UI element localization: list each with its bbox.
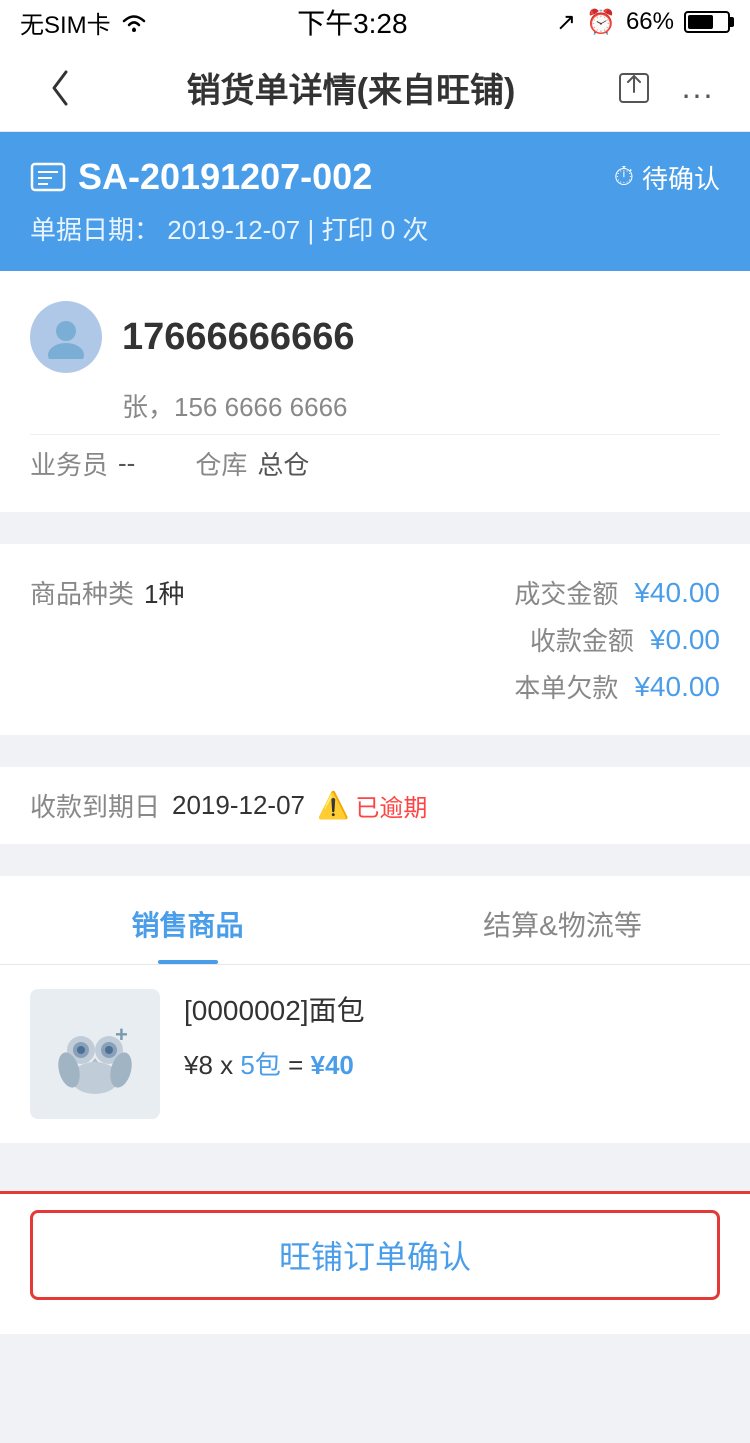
nav-title: 销货单详情(来自旺铺) <box>90 63 612 112</box>
status-clock-icon: ⏱ <box>614 161 634 193</box>
battery-percentage: 66% <box>626 8 674 36</box>
product-section: + [0000002]面包 ¥8 x 5包 = ¥40 <box>0 965 750 1143</box>
print-count: 0 <box>381 215 395 245</box>
customer-name: 张，156 6666 6666 <box>30 387 720 424</box>
overdue-text: 已逾期 <box>355 788 427 823</box>
received-value: ¥0.00 <box>650 624 720 656</box>
amount-label: 成交金额 <box>514 574 618 611</box>
category-row: 商品种类 1种 <box>30 574 184 611</box>
owed-row: 本单欠款 ¥40.00 <box>514 668 720 705</box>
due-label: 收款到期日 <box>30 787 160 824</box>
product-price: ¥8 x 5包 = ¥40 <box>184 1045 720 1082</box>
order-id-text: SA-20191207-002 <box>78 156 372 198</box>
salesperson-item: 业务员 -- <box>30 445 135 482</box>
stats-left: 商品种类 1种 <box>30 574 184 611</box>
customer-avatar <box>30 301 102 373</box>
received-label: 收款金额 <box>530 621 634 658</box>
quantity-value: 5包 <box>240 1050 280 1080</box>
tabs-section: 销售商品 结算&物流等 <box>0 876 750 965</box>
order-id-row: SA-20191207-002 <box>30 156 372 198</box>
status-time: 下午3:28 <box>297 2 408 42</box>
multiply-sign: x <box>220 1050 240 1080</box>
stats-right: 成交金额 ¥40.00 收款金额 ¥0.00 本单欠款 ¥40.00 <box>514 574 720 705</box>
back-button[interactable] <box>30 58 90 118</box>
divider-1 <box>0 528 750 544</box>
customer-phone-row: 17666666666 <box>30 301 720 373</box>
share-button[interactable] <box>612 66 656 110</box>
product-info: [0000002]面包 ¥8 x 5包 = ¥40 <box>184 989 720 1082</box>
order-status: ⏱ 待确认 <box>614 159 720 196</box>
received-row: 收款金额 ¥0.00 <box>530 621 720 658</box>
date-label: 单据日期： <box>30 215 160 245</box>
print-label: | 打印 <box>307 215 373 245</box>
tab-settlement-label: 结算&物流等 <box>483 910 642 941</box>
warehouse-label: 仓库 <box>195 445 247 482</box>
amount-value: ¥40.00 <box>634 577 720 609</box>
stats-section: 商品种类 1种 成交金额 ¥40.00 收款金额 ¥0.00 本单欠款 ¥40.… <box>0 544 750 735</box>
owed-label: 本单欠款 <box>514 668 618 705</box>
status-carrier: 无SIM卡 <box>20 5 149 40</box>
carrier-text: 无SIM卡 <box>20 5 111 40</box>
more-button[interactable]: ... <box>676 66 720 110</box>
overdue-icon: ⚠️ <box>317 790 349 821</box>
wifi-icon <box>119 11 149 33</box>
confirm-order-button[interactable]: 旺铺订单确认 <box>30 1210 720 1300</box>
order-header: SA-20191207-002 ⏱ 待确认 单据日期： 2019-12-07 |… <box>0 132 750 271</box>
divider-2 <box>0 751 750 767</box>
salesperson-value: -- <box>118 448 135 479</box>
amount-row: 成交金额 ¥40.00 <box>514 574 720 611</box>
equals-sign: = <box>288 1050 310 1080</box>
warehouse-value: 总仓 <box>257 445 309 482</box>
tab-sales-products[interactable]: 销售商品 <box>0 876 375 964</box>
more-icon: ... <box>682 69 715 106</box>
battery-icon <box>684 11 730 33</box>
product-name: [0000002]面包 <box>184 989 720 1029</box>
tab-settlement[interactable]: 结算&物流等 <box>375 876 750 964</box>
category-label: 商品种类 <box>30 574 134 611</box>
product-thumbnail: + <box>30 989 160 1119</box>
nav-actions: ... <box>612 66 720 110</box>
status-text: 待确认 <box>642 159 720 196</box>
salesperson-label: 业务员 <box>30 445 108 482</box>
divider-3 <box>0 860 750 876</box>
customer-meta: 业务员 -- 仓库 总仓 <box>30 434 720 482</box>
date-value: 2019-12-07 <box>167 215 300 245</box>
order-date-row: 单据日期： 2019-12-07 | 打印 0 次 <box>30 210 720 247</box>
price-value: ¥8 <box>184 1050 213 1080</box>
tab-sales-label: 销售商品 <box>131 910 243 941</box>
due-date-value: 2019-12-07 <box>172 790 305 821</box>
due-section: 收款到期日 2019-12-07 ⚠️ 已逾期 <box>0 767 750 844</box>
status-bar: 无SIM卡 下午3:28 ↗ ⏰ 66% <box>0 0 750 44</box>
status-indicators: ↗ ⏰ 66% <box>556 8 730 37</box>
total-value: ¥40 <box>311 1050 354 1080</box>
owed-value: ¥40.00 <box>634 671 720 703</box>
print-unit: 次 <box>402 215 428 245</box>
bottom-bar: 旺铺订单确认 <box>0 1191 750 1334</box>
nav-bar: 销货单详情(来自旺铺) ... <box>0 44 750 132</box>
svg-text:+: + <box>115 1022 128 1047</box>
customer-section: 17666666666 张，156 6666 6666 业务员 -- 仓库 总仓 <box>0 271 750 512</box>
alarm-icon: ⏰ <box>586 8 616 37</box>
location-icon: ↗ <box>556 8 576 37</box>
warehouse-item: 仓库 总仓 <box>195 445 309 482</box>
category-value: 1种 <box>144 574 184 611</box>
order-icon <box>30 162 66 192</box>
customer-phone: 17666666666 <box>122 316 354 359</box>
overdue-badge: ⚠️ 已逾期 <box>317 788 427 823</box>
